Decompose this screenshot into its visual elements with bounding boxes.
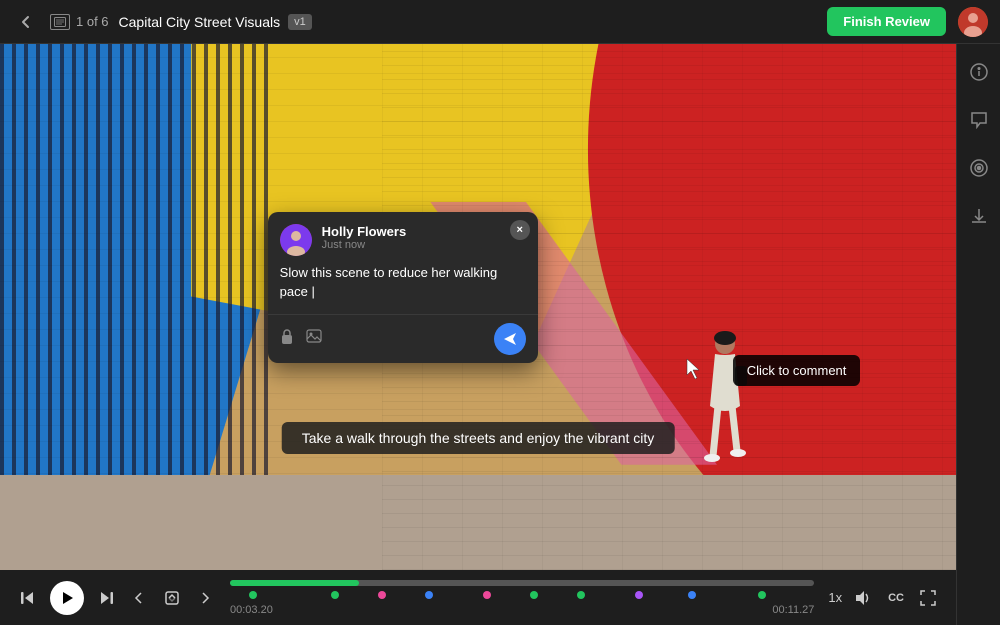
timeline-track[interactable] bbox=[230, 580, 814, 586]
top-bar-right: Finish Review bbox=[827, 7, 988, 37]
timeline-marker[interactable] bbox=[635, 591, 643, 599]
right-sidebar bbox=[956, 44, 1000, 625]
tooltip-text: Click to comment bbox=[747, 363, 847, 378]
title-area: Capital City Street Visuals v1 bbox=[119, 14, 312, 30]
page-count: 1 of 6 bbox=[76, 14, 109, 29]
commenter-avatar bbox=[280, 224, 312, 256]
timeline-section[interactable]: 00:03.20 00:11.27 bbox=[226, 580, 818, 616]
main-content: Holly Flowers Just now × Slow this scene… bbox=[0, 44, 1000, 625]
timeline-marker[interactable] bbox=[378, 591, 386, 599]
skip-back-button[interactable] bbox=[16, 586, 40, 610]
next-frame-button[interactable] bbox=[194, 587, 216, 609]
comment-popup: Holly Flowers Just now × Slow this scene… bbox=[268, 212, 538, 362]
right-controls: 1x CC bbox=[828, 586, 940, 610]
time-total: 00:11.27 bbox=[772, 604, 814, 616]
timeline-marker[interactable] bbox=[331, 591, 339, 599]
comment-attachments bbox=[280, 328, 322, 349]
version-badge: v1 bbox=[288, 14, 312, 30]
timeline-marker[interactable] bbox=[577, 591, 585, 599]
timeline-marker[interactable] bbox=[688, 591, 696, 599]
time-current: 00:03.20 bbox=[230, 604, 273, 616]
comment-footer bbox=[268, 314, 538, 363]
timeline-marker[interactable] bbox=[249, 591, 257, 599]
user-avatar[interactable] bbox=[958, 7, 988, 37]
video-wrapper[interactable]: Holly Flowers Just now × Slow this scene… bbox=[0, 44, 956, 570]
image-icon-button[interactable] bbox=[306, 328, 322, 349]
timeline-marker[interactable] bbox=[530, 591, 538, 599]
controls-bar: 00:03.20 00:11.27 1x CC bbox=[0, 570, 956, 625]
back-button[interactable] bbox=[12, 8, 40, 36]
info-icon-button[interactable] bbox=[963, 56, 995, 88]
click-to-comment-tooltip: Click to comment bbox=[733, 355, 861, 386]
timeline-markers bbox=[230, 590, 814, 600]
page-counter: 1 of 6 bbox=[50, 14, 109, 30]
caption-text: Take a walk through the streets and enjo… bbox=[302, 430, 655, 446]
speed-button[interactable]: 1x bbox=[828, 590, 842, 605]
play-pause-button[interactable] bbox=[50, 581, 84, 615]
comment-header: Holly Flowers Just now × bbox=[268, 212, 538, 264]
volume-button[interactable] bbox=[850, 586, 876, 610]
timeline-marker[interactable] bbox=[483, 591, 491, 599]
timeline-progress bbox=[230, 580, 359, 586]
person-figure bbox=[685, 326, 765, 486]
comment-text-input[interactable]: Slow this scene to reduce her walking pa… bbox=[280, 264, 526, 300]
commenter-name: Holly Flowers bbox=[322, 224, 526, 239]
prev-frame-button[interactable] bbox=[128, 587, 150, 609]
loop-button[interactable] bbox=[160, 586, 184, 610]
video-container: Holly Flowers Just now × Slow this scene… bbox=[0, 44, 956, 625]
timeline-marker[interactable] bbox=[758, 591, 766, 599]
fullscreen-button[interactable] bbox=[916, 586, 940, 610]
sidewalk bbox=[0, 475, 956, 570]
top-bar: 1 of 6 Capital City Street Visuals v1 Fi… bbox=[0, 0, 1000, 44]
project-title: Capital City Street Visuals bbox=[119, 14, 281, 30]
timeline-marker[interactable] bbox=[425, 591, 433, 599]
video-caption: Take a walk through the streets and enjo… bbox=[282, 422, 675, 454]
comment-user-info: Holly Flowers Just now bbox=[322, 224, 526, 251]
finish-review-button[interactable]: Finish Review bbox=[827, 7, 946, 36]
timeline-times: 00:03.20 00:11.27 bbox=[230, 604, 814, 616]
comment-timestamp: Just now bbox=[322, 239, 526, 251]
page-icon bbox=[50, 14, 70, 30]
version-compare-icon-button[interactable] bbox=[963, 152, 995, 184]
cc-button[interactable]: CC bbox=[884, 588, 908, 608]
close-icon: × bbox=[516, 224, 522, 236]
download-icon-button[interactable] bbox=[963, 200, 995, 232]
lock-icon-button[interactable] bbox=[280, 328, 294, 349]
skip-forward-button[interactable] bbox=[94, 586, 118, 610]
close-comment-button[interactable]: × bbox=[510, 220, 530, 240]
send-comment-button[interactable] bbox=[494, 323, 526, 355]
top-bar-left: 1 of 6 Capital City Street Visuals v1 bbox=[12, 8, 815, 36]
comments-icon-button[interactable] bbox=[963, 104, 995, 136]
comment-body: Slow this scene to reduce her walking pa… bbox=[268, 264, 538, 313]
